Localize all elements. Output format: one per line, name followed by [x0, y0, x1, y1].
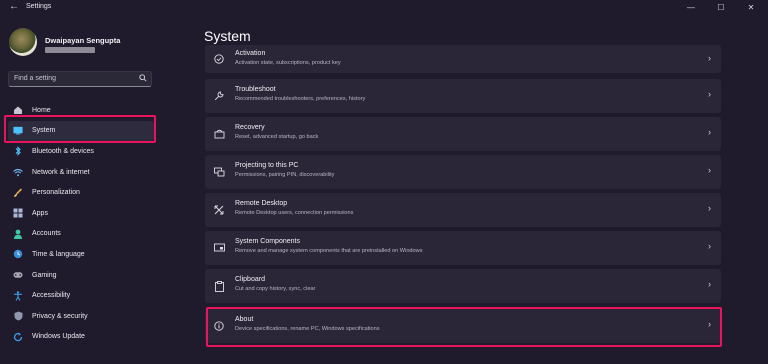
profile-email-redacted — [45, 47, 95, 53]
wrench-icon — [213, 90, 225, 102]
chevron-right-icon: › — [708, 241, 711, 251]
apps-icon — [13, 208, 23, 218]
sidebar-item-bluetooth[interactable]: Bluetooth & devices — [8, 141, 154, 162]
check-circle-icon — [213, 53, 225, 65]
chevron-right-icon: › — [708, 165, 711, 175]
card-activation[interactable]: Activation Activation state, subscriptio… — [205, 45, 721, 73]
card-title: Projecting to this PC — [235, 162, 299, 169]
card-title: Activation — [235, 50, 266, 57]
search-input[interactable]: Find a setting — [8, 71, 152, 87]
person-icon — [13, 229, 23, 239]
card-title: Remote Desktop — [235, 200, 288, 207]
components-icon — [213, 242, 225, 254]
title-bar: ← Settings — ☐ ✕ — [0, 0, 768, 16]
update-icon — [13, 332, 23, 342]
sidebar-item-personalization[interactable]: Personalization — [8, 182, 154, 203]
wifi-icon — [13, 167, 23, 177]
sidebar-item-label: Privacy & security — [32, 312, 88, 320]
card-subtitle: Remove and manage system components that… — [235, 248, 423, 254]
sidebar-item-label: Personalization — [32, 189, 80, 197]
card-system-components[interactable]: System Components Remove and manage syst… — [205, 231, 721, 265]
recovery-icon — [213, 128, 225, 140]
card-title: Recovery — [235, 124, 265, 131]
card-remote-desktop[interactable]: Remote Desktop Remote Desktop users, con… — [205, 193, 721, 227]
about-highlight-box — [206, 307, 722, 347]
chevron-right-icon: › — [708, 279, 711, 289]
app-title: Settings — [26, 3, 52, 10]
card-recovery[interactable]: Recovery Reset, advanced startup, go bac… — [205, 117, 721, 151]
projection-icon — [213, 166, 225, 178]
maximize-icon[interactable]: ☐ — [706, 0, 736, 14]
close-icon[interactable]: ✕ — [736, 0, 766, 14]
card-subtitle: Remote Desktop users, connection permiss… — [235, 210, 354, 216]
chevron-right-icon: › — [708, 127, 711, 137]
back-arrow-icon[interactable]: ← — [9, 1, 19, 12]
sidebar-item-label: Home — [32, 106, 51, 114]
card-subtitle: Permissions, pairing PIN, discoverabilit… — [235, 172, 335, 178]
card-title: Clipboard — [235, 276, 265, 283]
sidebar-item-label: Accounts — [32, 230, 61, 238]
clipboard-icon — [213, 280, 225, 292]
sidebar-item-gaming[interactable]: Gaming — [8, 265, 154, 286]
card-clipboard[interactable]: Clipboard Cut and copy history, sync, cl… — [205, 269, 721, 303]
minimize-icon[interactable]: — — [676, 0, 706, 14]
search-placeholder: Find a setting — [14, 75, 57, 82]
sidebar-item-windows-update[interactable]: Windows Update — [8, 327, 154, 348]
home-icon — [13, 105, 23, 115]
search-icon[interactable] — [139, 74, 147, 84]
bluetooth-icon — [13, 146, 23, 157]
avatar[interactable] — [9, 28, 37, 56]
card-title: System Components — [235, 238, 300, 245]
accessibility-icon — [13, 290, 23, 301]
sidebar-item-label: Time & language — [32, 250, 85, 258]
chevron-right-icon: › — [708, 203, 711, 213]
settings-window: ← Settings — ☐ ✕ Dwaipayan Sengupta Find… — [0, 0, 768, 364]
sidebar-item-label: Bluetooth & devices — [32, 147, 94, 155]
sidebar-item-apps[interactable]: Apps — [8, 203, 154, 224]
page-title: System — [204, 28, 251, 44]
chevron-right-icon: › — [708, 53, 711, 63]
card-subtitle: Recommended troubleshooters, preferences… — [235, 96, 366, 102]
sidebar-item-label: Windows Update — [32, 333, 85, 341]
card-subtitle: Activation state, subscriptions, product… — [235, 60, 341, 66]
card-subtitle: Reset, advanced startup, go back — [235, 134, 319, 140]
shield-icon — [13, 311, 23, 321]
globe-clock-icon — [13, 249, 23, 259]
card-subtitle: Cut and copy history, sync, clear — [235, 286, 316, 292]
gamepad-icon — [13, 270, 23, 280]
sidebar-item-accessibility[interactable]: Accessibility — [8, 285, 154, 306]
sidebar-item-accounts[interactable]: Accounts — [8, 224, 154, 245]
chevron-right-icon: › — [708, 89, 711, 99]
sidebar-item-network[interactable]: Network & internet — [8, 162, 154, 183]
card-projecting[interactable]: Projecting to this PC Permissions, pairi… — [205, 155, 721, 189]
card-troubleshoot[interactable]: Troubleshoot Recommended troubleshooters… — [205, 79, 721, 113]
system-highlight-box — [4, 115, 156, 143]
sidebar-item-label: Accessibility — [32, 292, 71, 300]
brush-icon — [13, 188, 23, 198]
remote-desktop-icon — [213, 204, 225, 216]
sidebar-item-label: Network & internet — [32, 168, 90, 176]
card-title: Troubleshoot — [235, 86, 276, 93]
sidebar-item-privacy[interactable]: Privacy & security — [8, 306, 154, 327]
sidebar-item-label: Apps — [32, 209, 48, 217]
profile-name: Dwaipayan Sengupta — [45, 36, 121, 45]
sidebar-item-label: Gaming — [32, 271, 57, 279]
sidebar-item-time-language[interactable]: Time & language — [8, 244, 154, 265]
